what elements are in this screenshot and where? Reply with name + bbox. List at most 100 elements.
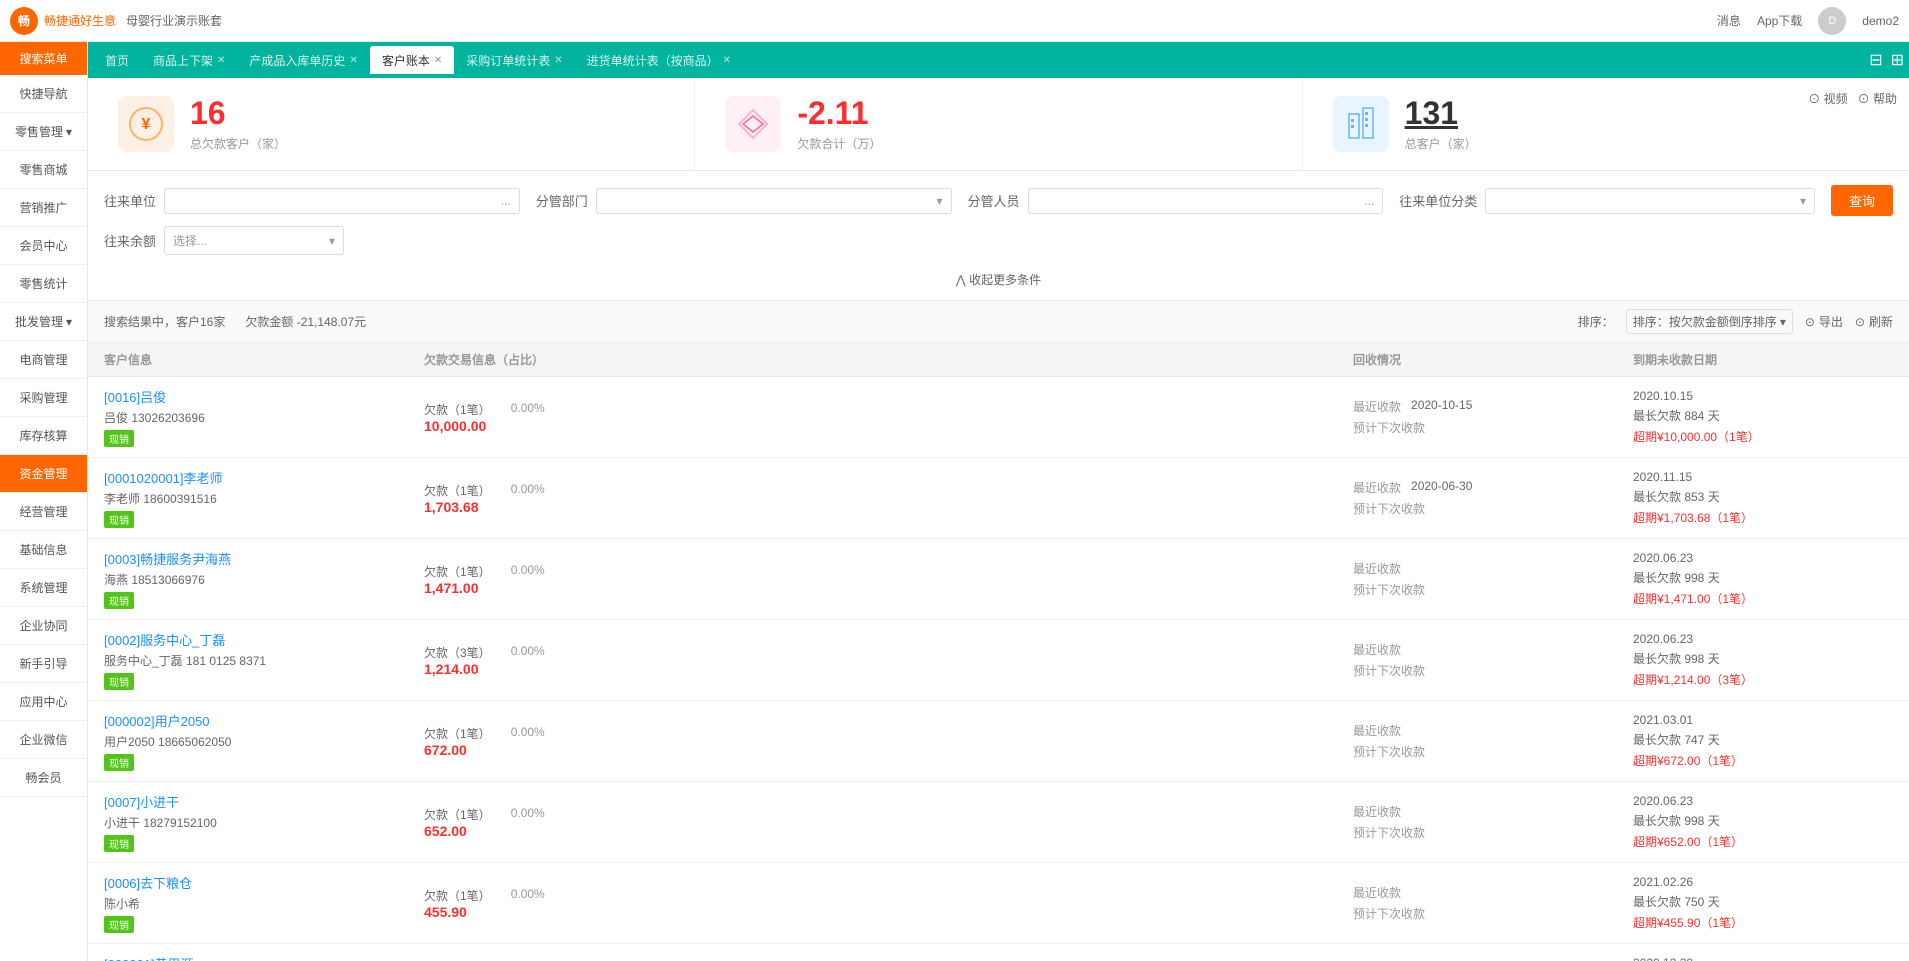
sidebar-item-basic-info[interactable]: 基础信息 (0, 531, 87, 569)
overdue-detail-1[interactable]: 超期¥1,703.68（1笔） (1633, 509, 1893, 526)
sidebar-item-enterprise-wechat[interactable]: 企业微信 (0, 721, 87, 759)
customer-name-6[interactable]: [0006]去下粮仓 (104, 873, 424, 892)
overdue-days-3: 最长欠款 998 天 (1633, 650, 1893, 667)
sidebar-item-purchase-mgmt[interactable]: 采购管理 (0, 379, 87, 417)
sidebar-item-retail-mgmt[interactable]: 零售管理 ▾ (0, 113, 87, 151)
customer-name-2[interactable]: [0003]畅捷服务尹海燕 (104, 549, 424, 568)
table-row: [000002]用户2050 用户2050 18665062050 现销 欠款（… (88, 701, 1909, 782)
customer-name-0[interactable]: [0016]吕俊 (104, 387, 424, 406)
chevron-down-icon: ▾ (329, 234, 335, 248)
overdue-days-5: 最长欠款 998 天 (1633, 812, 1893, 829)
filter-balance-input[interactable]: 选择... ▾ (164, 226, 344, 255)
refresh-btn[interactable]: ⊙ 刷新 (1855, 313, 1893, 330)
sidebar-item-finance[interactable]: 资金管理 (0, 455, 87, 493)
sidebar-item-retail-stats[interactable]: 零售统计 (0, 265, 87, 303)
table-row: [0007]小进干 小进干 18279152100 现销 欠款（1笔） 652.… (88, 782, 1909, 863)
filter-source-unit-input[interactable]: ... (164, 188, 520, 214)
overdue-info-3: 2020.06.23 最长欠款 998 天 超期¥1,214.00（3笔） (1633, 632, 1893, 688)
stat-label-total-customers: 总客户（家） (1405, 135, 1477, 152)
repayment-last-0: 最近收款 2020-10-15 (1353, 398, 1633, 415)
close-tab-incoming-stats[interactable]: ✕ (723, 55, 731, 66)
help-action[interactable]: ⊙ 帮助 (1858, 90, 1897, 107)
debt-count-0: 欠款（1笔） (424, 401, 491, 418)
customer-info-2: [0003]畅捷服务尹海燕 海燕 18513066976 现销 (104, 549, 424, 609)
sidebar-item-enterprise-coop[interactable]: 企业协同 (0, 607, 87, 645)
tab-incoming-stats[interactable]: 进货单统计表（按商品） ✕ (575, 46, 743, 74)
search-button[interactable]: 查询 (1831, 185, 1893, 216)
table-row: [0003]畅捷服务尹海燕 海燕 18513066976 现销 欠款（1笔） 1… (88, 539, 1909, 620)
debt-amount-6[interactable]: 455.90 (424, 904, 491, 920)
debt-percent-4: 0.00% (511, 725, 545, 739)
repayment-last-5: 最近收款 (1353, 803, 1633, 820)
sidebar-item-marketing[interactable]: 营销推广 (0, 189, 87, 227)
sidebar-item-batch-mgmt[interactable]: 批发管理 ▾ (0, 303, 87, 341)
customer-name-5[interactable]: [0007]小进干 (104, 792, 424, 811)
stat-icon-diamond (725, 96, 781, 152)
repayment-info-3: 最近收款 预计下次收款 (1353, 641, 1633, 679)
sidebar-item-quick-nav[interactable]: 快捷导航 (0, 75, 87, 113)
close-tab-products[interactable]: ✕ (217, 55, 225, 66)
repayment-next-0: 预计下次收款 (1353, 419, 1633, 436)
tab-purchase-order[interactable]: 采购订单统计表 ✕ (454, 46, 574, 74)
stat-label-overdue-customers: 总欠款客户（家） (190, 135, 286, 152)
customer-contact-4: 用户2050 18665062050 (104, 733, 424, 750)
debt-info-0: 欠款（1笔） 10,000.00 0.00% (424, 401, 1353, 434)
close-tab-purchase-order[interactable]: ✕ (554, 55, 562, 66)
messages-btn[interactable]: 消息 (1717, 12, 1741, 29)
sidebar-item-app-center[interactable]: 应用中心 (0, 683, 87, 721)
overdue-days-2: 最长欠款 998 天 (1633, 569, 1893, 586)
tab-home[interactable]: 首页 (93, 46, 141, 74)
repayment-info-2: 最近收款 预计下次收款 (1353, 560, 1633, 598)
sort-select[interactable]: 排序：按欠款金额倒序排序 ▾ (1626, 309, 1793, 334)
filter-manager-input[interactable]: ... (1028, 188, 1384, 214)
tab-production[interactable]: 产成品入库单历史 ✕ (237, 46, 369, 74)
filter-department-input[interactable]: ▾ (596, 188, 952, 214)
logo-text: 畅捷通好生意 (44, 12, 116, 29)
col-header-repayment: 回收情况 (1353, 351, 1633, 368)
debt-info-3: 欠款（3笔） 1,214.00 0.00% (424, 644, 1353, 677)
overdue-detail-2[interactable]: 超期¥1,471.00（1笔） (1633, 590, 1893, 607)
expand-tabs-icon[interactable]: ⊞ (1891, 50, 1904, 70)
debt-count-1: 欠款（1笔） (424, 482, 491, 499)
overdue-detail-5[interactable]: 超期¥652.00（1笔） (1633, 833, 1893, 850)
customer-name-3[interactable]: [0002]服务中心_丁磊 (104, 630, 424, 649)
debt-amount-0[interactable]: 10,000.00 (424, 418, 491, 434)
sidebar-item-vip-member[interactable]: 畅会员 (0, 759, 87, 797)
sidebar-item-inventory[interactable]: 库存核算 (0, 417, 87, 455)
tab-products[interactable]: 商品上下架 ✕ (141, 46, 237, 74)
customer-name-1[interactable]: [0001020001]李老师 (104, 468, 424, 487)
sidebar-item-retail-mall[interactable]: 零售商城 (0, 151, 87, 189)
table-row: [0001020001]李老师 李老师 18600391516 现销 欠款（1笔… (88, 458, 1909, 539)
filter-unit-category-input[interactable]: ▾ (1485, 188, 1815, 214)
collapse-tabs-icon[interactable]: ⊟ (1869, 50, 1882, 70)
close-tab-production[interactable]: ✕ (349, 55, 357, 66)
sidebar-item-new-guide[interactable]: 新手引导 (0, 645, 87, 683)
overdue-detail-0[interactable]: 超期¥10,000.00（1笔） (1633, 428, 1893, 445)
sidebar-item-sys-mgmt[interactable]: 系统管理 (0, 569, 87, 607)
customer-name-7[interactable]: [000001]黄思源 (104, 954, 424, 961)
export-btn[interactable]: ⊙ 导出 (1805, 313, 1843, 330)
debt-amount-1[interactable]: 1,703.68 (424, 499, 491, 515)
tab-customer-account[interactable]: 客户账本 ✕ (370, 46, 454, 74)
debt-info-2: 欠款（1笔） 1,471.00 0.00% (424, 563, 1353, 596)
customer-info-1: [0001020001]李老师 李老师 18600391516 现销 (104, 468, 424, 528)
debt-amount-3[interactable]: 1,214.00 (424, 661, 491, 677)
sidebar-item-ops-mgmt[interactable]: 经营管理 (0, 493, 87, 531)
collapse-filters-btn[interactable]: ⋀ 收起更多条件 (104, 265, 1893, 294)
debt-amount-5[interactable]: 652.00 (424, 823, 491, 839)
video-action[interactable]: ⊙ 视频 (1808, 90, 1847, 107)
sidebar-search[interactable]: 搜索菜单 (0, 42, 87, 75)
debt-amount-2[interactable]: 1,471.00 (424, 580, 491, 596)
avatar[interactable]: D (1818, 7, 1846, 35)
customer-name-4[interactable]: [000002]用户2050 (104, 711, 424, 730)
debt-count-2: 欠款（1笔） (424, 563, 491, 580)
close-tab-customer-account[interactable]: ✕ (434, 55, 442, 66)
sidebar-item-ecommerce[interactable]: 电商管理 (0, 341, 87, 379)
overdue-detail-6[interactable]: 超期¥455.90（1笔） (1633, 914, 1893, 931)
sidebar-item-member-center[interactable]: 会员中心 (0, 227, 87, 265)
stat-overdue-customers: ¥ 16 总欠款客户（家） (88, 78, 695, 170)
app-download-btn[interactable]: App下载 (1757, 12, 1802, 29)
overdue-detail-3[interactable]: 超期¥1,214.00（3笔） (1633, 671, 1893, 688)
overdue-detail-4[interactable]: 超期¥672.00（1笔） (1633, 752, 1893, 769)
debt-amount-4[interactable]: 672.00 (424, 742, 491, 758)
